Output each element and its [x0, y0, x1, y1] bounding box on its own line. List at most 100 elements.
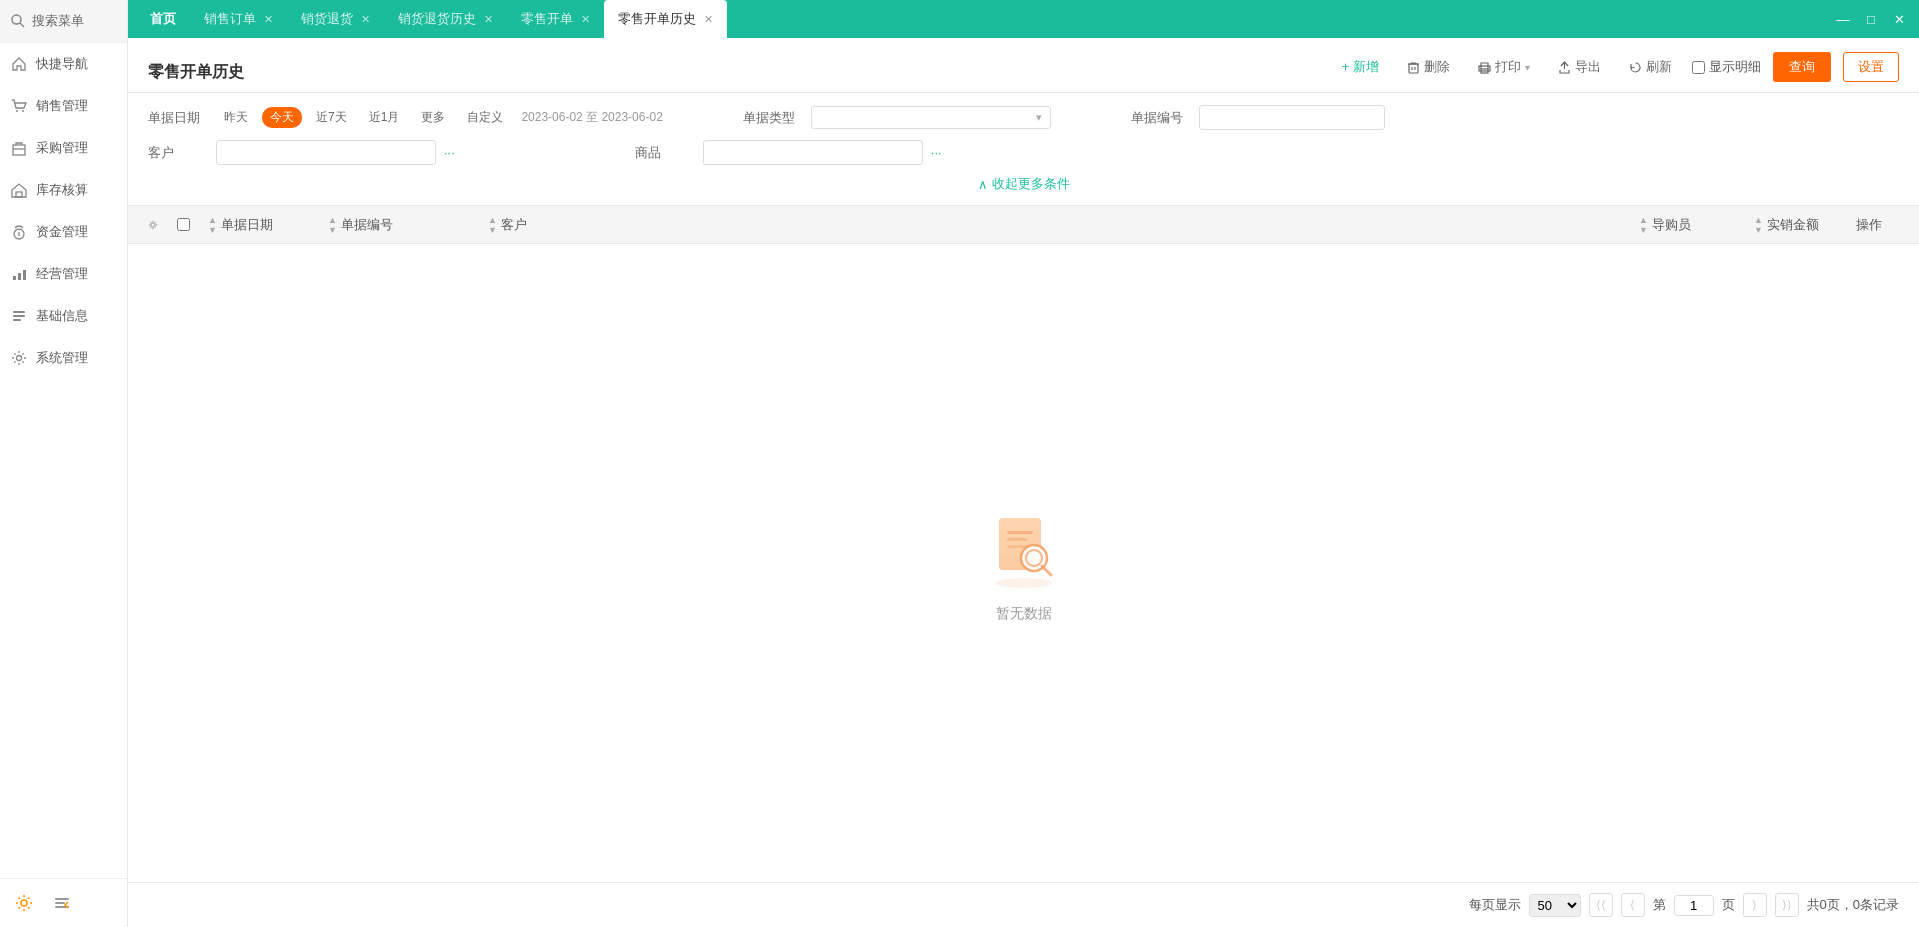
th-guide[interactable]: ▲▼ 导购员	[1629, 206, 1729, 244]
tab-sales-return[interactable]: 销货退货 ✕	[287, 0, 384, 38]
sidebar-item-sales-mgmt[interactable]: 销售管理	[0, 85, 127, 127]
th-action: 操作	[1829, 206, 1909, 244]
export-button[interactable]: 导出	[1550, 54, 1609, 80]
first-page-btn[interactable]: ⟨⟨	[1589, 893, 1613, 917]
collapse-row[interactable]: ∧ 收起更多条件	[148, 175, 1899, 193]
search-icon	[10, 13, 26, 29]
sidebar-item-base-info[interactable]: 基础信息	[0, 295, 127, 337]
date-btn-custom[interactable]: 自定义	[459, 107, 511, 128]
chart-icon	[10, 265, 28, 283]
close-btn[interactable]: ✕	[1887, 7, 1911, 31]
sidebar-item-quick-nav[interactable]: 快捷导航	[0, 43, 127, 85]
collapse-icon: ∧	[978, 177, 988, 192]
number-input[interactable]	[1199, 105, 1385, 130]
prev-page-btn[interactable]: ⟨	[1621, 893, 1645, 917]
page-header: 零售开单历史 + 新增 删除	[128, 38, 1919, 93]
tab-retail-history[interactable]: 零售开单历史 ✕	[604, 0, 727, 38]
close-icon[interactable]: ✕	[264, 13, 273, 26]
sort-arrows-num: ▲▼	[328, 215, 337, 235]
tab-retail-open[interactable]: 零售开单 ✕	[507, 0, 604, 38]
close-icon[interactable]: ✕	[361, 13, 370, 26]
sidebar-item-inventory[interactable]: 库存核算	[0, 169, 127, 211]
sort-arrows-guide: ▲▼	[1639, 215, 1648, 235]
goods-label: 商品	[635, 144, 695, 162]
customer-input[interactable]	[216, 140, 436, 165]
th-checkbox[interactable]	[168, 206, 198, 244]
th-guide-label: 导购员	[1652, 216, 1691, 234]
next-page-btn[interactable]: ⟩	[1743, 893, 1767, 917]
date-filter: 单据日期 昨天 今天 近7天 近1月 更多 自定义 2023-06-02 至 2…	[148, 107, 663, 128]
svg-rect-6	[16, 192, 22, 197]
tab-home[interactable]: 首页	[136, 0, 190, 38]
minimize-btn[interactable]: —	[1831, 7, 1855, 31]
tab-label: 销货退货	[301, 10, 353, 28]
date-btn-7days[interactable]: 近7天	[308, 107, 355, 128]
th-action-label: 操作	[1856, 216, 1882, 234]
sidebar-search[interactable]: 搜索菜单	[0, 0, 127, 43]
collapse-label: 收起更多条件	[992, 175, 1070, 193]
query-button[interactable]: 查询	[1773, 52, 1831, 82]
pagination: 每页显示 20 50 100 ⟨⟨ ⟨ 第 页 ⟩ ⟩⟩ 共0页，0条记录	[128, 882, 1919, 927]
type-select[interactable]: ▾	[811, 106, 1051, 129]
svg-point-27	[996, 578, 1052, 588]
per-page-label: 每页显示	[1469, 896, 1521, 914]
settings-bottom-btn[interactable]	[10, 889, 38, 917]
th-number[interactable]: ▲▼ 单据编号	[318, 206, 478, 244]
customer-label: 客户	[148, 144, 208, 162]
sidebar-item-purchase-mgmt[interactable]: 采购管理	[0, 127, 127, 169]
window-controls: — □ ✕	[1831, 7, 1911, 31]
filter-row-1: 单据日期 昨天 今天 近7天 近1月 更多 自定义 2023-06-02 至 2…	[148, 105, 1899, 130]
show-detail-check[interactable]: 显示明细	[1692, 58, 1761, 76]
th-date-label: 单据日期	[221, 216, 273, 234]
tab-sales-return-history[interactable]: 销货退货历史 ✕	[384, 0, 507, 38]
sidebar-item-operations[interactable]: 经营管理	[0, 253, 127, 295]
sidebar-item-finance[interactable]: 资金管理	[0, 211, 127, 253]
th-settings[interactable]	[138, 206, 168, 244]
tab-label: 销货退货历史	[398, 10, 476, 28]
select-all-checkbox[interactable]	[177, 218, 190, 231]
date-btn-yesterday[interactable]: 昨天	[216, 107, 256, 128]
settings-button[interactable]: 设置	[1843, 52, 1899, 82]
th-amount[interactable]: ▲▼ 实销金额	[1729, 206, 1829, 244]
date-btn-today[interactable]: 今天	[262, 107, 302, 128]
sidebar-item-label: 库存核算	[36, 181, 88, 199]
svg-rect-13	[13, 315, 25, 317]
show-detail-checkbox[interactable]	[1692, 61, 1705, 74]
export-icon	[1558, 61, 1571, 74]
customer-dots[interactable]: ···	[444, 145, 455, 160]
th-date[interactable]: ▲▼ 单据日期	[198, 206, 318, 244]
print-label: 打印	[1495, 58, 1521, 76]
tab-label: 销售订单	[204, 10, 256, 28]
tab-sales-order[interactable]: 销售订单 ✕	[190, 0, 287, 38]
refresh-button[interactable]: 刷新	[1621, 54, 1680, 80]
print-button[interactable]: 打印 ▾	[1470, 54, 1538, 80]
close-icon[interactable]: ✕	[581, 13, 590, 26]
date-btn-more[interactable]: 更多	[413, 107, 453, 128]
svg-point-15	[17, 356, 22, 361]
page-label: 第	[1653, 896, 1666, 914]
money-icon	[10, 223, 28, 241]
collapse-sidebar-btn[interactable]	[48, 889, 76, 917]
goods-filter: 商品 ···	[635, 140, 942, 165]
sidebar-item-sys-mgmt[interactable]: 系统管理	[0, 337, 127, 379]
svg-point-0	[12, 15, 21, 24]
delete-button[interactable]: 删除	[1399, 54, 1458, 80]
maximize-btn[interactable]: □	[1859, 7, 1883, 31]
last-page-btn[interactable]: ⟩⟩	[1775, 893, 1799, 917]
add-button[interactable]: + 新增	[1334, 54, 1387, 80]
main-area: 首页 销售订单 ✕ 销货退货 ✕ 销货退货历史 ✕ 零售开单 ✕ 零售开单历史 …	[128, 0, 1919, 927]
page-input[interactable]	[1674, 895, 1714, 916]
cart-icon	[10, 97, 28, 115]
filter-area: 单据日期 昨天 今天 近7天 近1月 更多 自定义 2023-06-02 至 2…	[128, 93, 1919, 206]
type-label: 单据类型	[743, 109, 803, 127]
page-title: 零售开单历史	[148, 62, 244, 83]
date-btn-1month[interactable]: 近1月	[361, 107, 408, 128]
add-label: + 新增	[1342, 58, 1379, 76]
goods-input[interactable]	[703, 140, 923, 165]
per-page-select[interactable]: 20 50 100	[1529, 894, 1581, 917]
filter-row-2: 客户 ··· 商品 ···	[148, 140, 1899, 165]
close-icon[interactable]: ✕	[484, 13, 493, 26]
th-customer[interactable]: ▲▼ 客户	[478, 206, 1629, 244]
goods-dots[interactable]: ···	[931, 145, 942, 160]
close-icon[interactable]: ✕	[704, 13, 713, 26]
